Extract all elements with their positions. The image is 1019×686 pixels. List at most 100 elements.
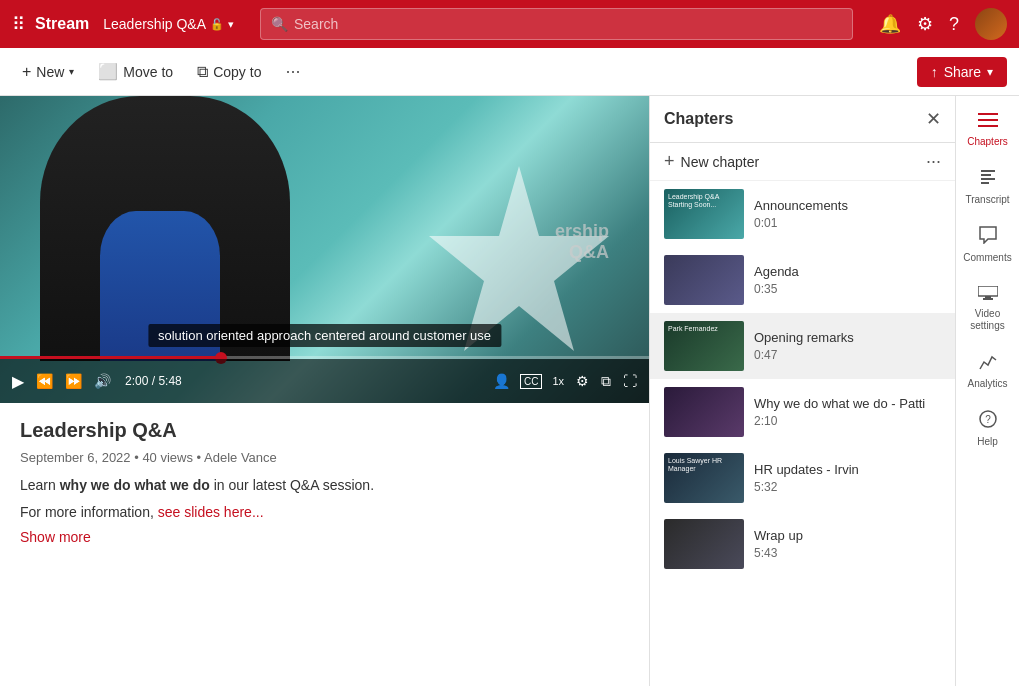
nav-actions: 🔔 ⚙ ? <box>879 8 1007 40</box>
plus-icon: + <box>22 63 31 81</box>
move-label: Move to <box>123 64 173 80</box>
copy-label: Copy to <box>213 64 261 80</box>
svg-rect-10 <box>983 298 993 300</box>
fullscreen-button[interactable]: ⛶ <box>621 371 639 391</box>
chapter-name: Opening remarks <box>754 330 941 345</box>
video-settings-icon <box>978 284 998 305</box>
chapter-info: Agenda 0:35 <box>754 264 941 296</box>
total-time: 5:48 <box>158 374 181 388</box>
breadcrumb-chevron-icon: ▾ <box>228 18 234 31</box>
analytics-icon <box>979 352 997 375</box>
video-overlay-text: ershipQ&A <box>555 221 609 263</box>
chapters-panel: Chapters ✕ + New chapter ··· Leadership … <box>649 96 1019 686</box>
chapter-time: 0:01 <box>754 216 941 230</box>
volume-button[interactable]: 🔊 <box>92 371 113 391</box>
chapters-icon <box>978 112 998 133</box>
breadcrumb[interactable]: Leadership Q&A 🔓 ▾ <box>103 16 234 32</box>
sidebar-icon-transcript[interactable]: Transcript <box>956 160 1019 214</box>
rewind-button[interactable]: ⏪ <box>34 371 55 391</box>
video-more-info: For more information, see slides here... <box>20 502 629 523</box>
chapter-thumb-text: Louis Sawyer HR Manager <box>668 457 744 474</box>
sidebar-icon-analytics[interactable]: Analytics <box>956 344 1019 398</box>
sidebar-icon-label: Video settings <box>960 308 1015 332</box>
search-input[interactable] <box>294 16 842 32</box>
new-chapter-plus-icon: + <box>664 151 675 172</box>
chapter-name: Agenda <box>754 264 941 279</box>
copy-to-button[interactable]: ⧉ Copy to <box>187 57 271 87</box>
chapter-name: Wrap up <box>754 528 941 543</box>
settings-icon[interactable]: ⚙ <box>917 13 933 35</box>
search-bar: 🔍 <box>260 8 853 40</box>
chapters-more-button[interactable]: ··· <box>926 151 941 172</box>
notifications-icon[interactable]: 🔔 <box>879 13 901 35</box>
sidebar-icon-help[interactable]: ? Help <box>956 402 1019 456</box>
chapters-close-button[interactable]: ✕ <box>926 108 941 130</box>
video-description: Learn why we do what we do in our latest… <box>20 475 629 496</box>
transcript-icon <box>979 168 997 191</box>
help-icon: ? <box>979 410 997 433</box>
sidebar-icon-label: Analytics <box>967 378 1007 390</box>
sidebar-icon-comments[interactable]: Comments <box>956 218 1019 272</box>
video-player[interactable]: ershipQ&A solution oriented approach cen… <box>0 96 649 403</box>
chapter-info: Announcements 0:01 <box>754 198 941 230</box>
chapter-info: Wrap up 5:43 <box>754 528 941 560</box>
chapter-time: 2:10 <box>754 414 941 428</box>
share-button[interactable]: ↑ Share ▾ <box>917 57 1007 87</box>
video-meta: September 6, 2022 • 40 views • Adele Van… <box>20 450 629 465</box>
play-button[interactable]: ▶ <box>10 370 26 393</box>
breadcrumb-lock-icon: 🔓 <box>210 18 224 31</box>
sidebar-icon-label: Chapters <box>967 136 1008 148</box>
sidebar-icon-chapters[interactable]: Chapters <box>956 104 1019 156</box>
chapter-time: 5:43 <box>754 546 941 560</box>
sidebar-icon-label: Help <box>977 436 998 448</box>
vc-right-controls: 👤 CC 1x ⚙ ⧉ ⛶ <box>491 371 639 392</box>
video-caption: solution oriented approach centered arou… <box>148 324 501 347</box>
video-author: Adele Vance <box>204 450 277 465</box>
chapter-item[interactable]: Leadership Q&A Starting Soon... Announce… <box>650 181 955 247</box>
captions-button[interactable]: CC <box>520 374 542 389</box>
video-info: Leadership Q&A September 6, 2022 • 40 vi… <box>0 403 649 561</box>
help-icon[interactable]: ? <box>949 14 959 35</box>
video-date: September 6, 2022 <box>20 450 131 465</box>
chapter-info: Why we do what we do - Patti 2:10 <box>754 396 941 428</box>
chapter-thumbnail: Louis Sawyer HR Manager <box>664 453 744 503</box>
chapter-item[interactable]: Why we do what we do - Patti 2:10 <box>650 379 955 445</box>
chapter-thumbnail <box>664 519 744 569</box>
more-options-button[interactable]: ··· <box>275 55 310 88</box>
fast-forward-button[interactable]: ⏩ <box>63 371 84 391</box>
move-to-button[interactable]: ⬜ Move to <box>88 56 183 87</box>
chapter-item[interactable]: Wrap up 5:43 <box>650 511 955 577</box>
svg-rect-9 <box>985 296 991 298</box>
grid-icon[interactable]: ⠿ <box>12 13 25 35</box>
chapter-thumbnail <box>664 255 744 305</box>
move-icon: ⬜ <box>98 62 118 81</box>
new-label: New <box>36 64 64 80</box>
chapter-item[interactable]: Louis Sawyer HR Manager HR updates - Irv… <box>650 445 955 511</box>
ellipsis-icon: ··· <box>285 61 300 82</box>
breadcrumb-label: Leadership Q&A <box>103 16 206 32</box>
new-button[interactable]: + New ▾ <box>12 57 84 87</box>
more-info-text: For more information, <box>20 504 158 520</box>
sidebar-icon-video-settings[interactable]: Video settings <box>956 276 1019 340</box>
speed-button[interactable]: 1x <box>550 373 566 389</box>
side-icons: Chapters Transcript Comments Video setti… <box>955 96 1019 686</box>
chapters-list: Leadership Q&A Starting Soon... Announce… <box>650 181 955 686</box>
slides-link[interactable]: see slides here... <box>158 504 264 520</box>
chapter-info: HR updates - Irvin 5:32 <box>754 462 941 494</box>
miniplayer-button[interactable]: ⧉ <box>599 371 613 392</box>
video-views: 40 views <box>142 450 193 465</box>
chapter-item[interactable]: Agenda 0:35 <box>650 247 955 313</box>
chapter-item[interactable]: Park Fernandez Opening remarks 0:47 <box>650 313 955 379</box>
new-chapter-row: + New chapter ··· <box>650 143 955 181</box>
meta-sep2: • <box>197 450 204 465</box>
share-icon: ↑ <box>931 64 938 80</box>
quality-button[interactable]: ⚙ <box>574 371 591 391</box>
new-chapter-button[interactable]: + New chapter <box>664 151 759 172</box>
svg-text:?: ? <box>985 414 991 425</box>
person-icon-btn[interactable]: 👤 <box>491 371 512 391</box>
avatar[interactable] <box>975 8 1007 40</box>
search-icon: 🔍 <box>271 16 288 32</box>
svg-rect-7 <box>981 182 989 184</box>
svg-rect-4 <box>981 170 995 172</box>
show-more-button[interactable]: Show more <box>20 529 91 545</box>
